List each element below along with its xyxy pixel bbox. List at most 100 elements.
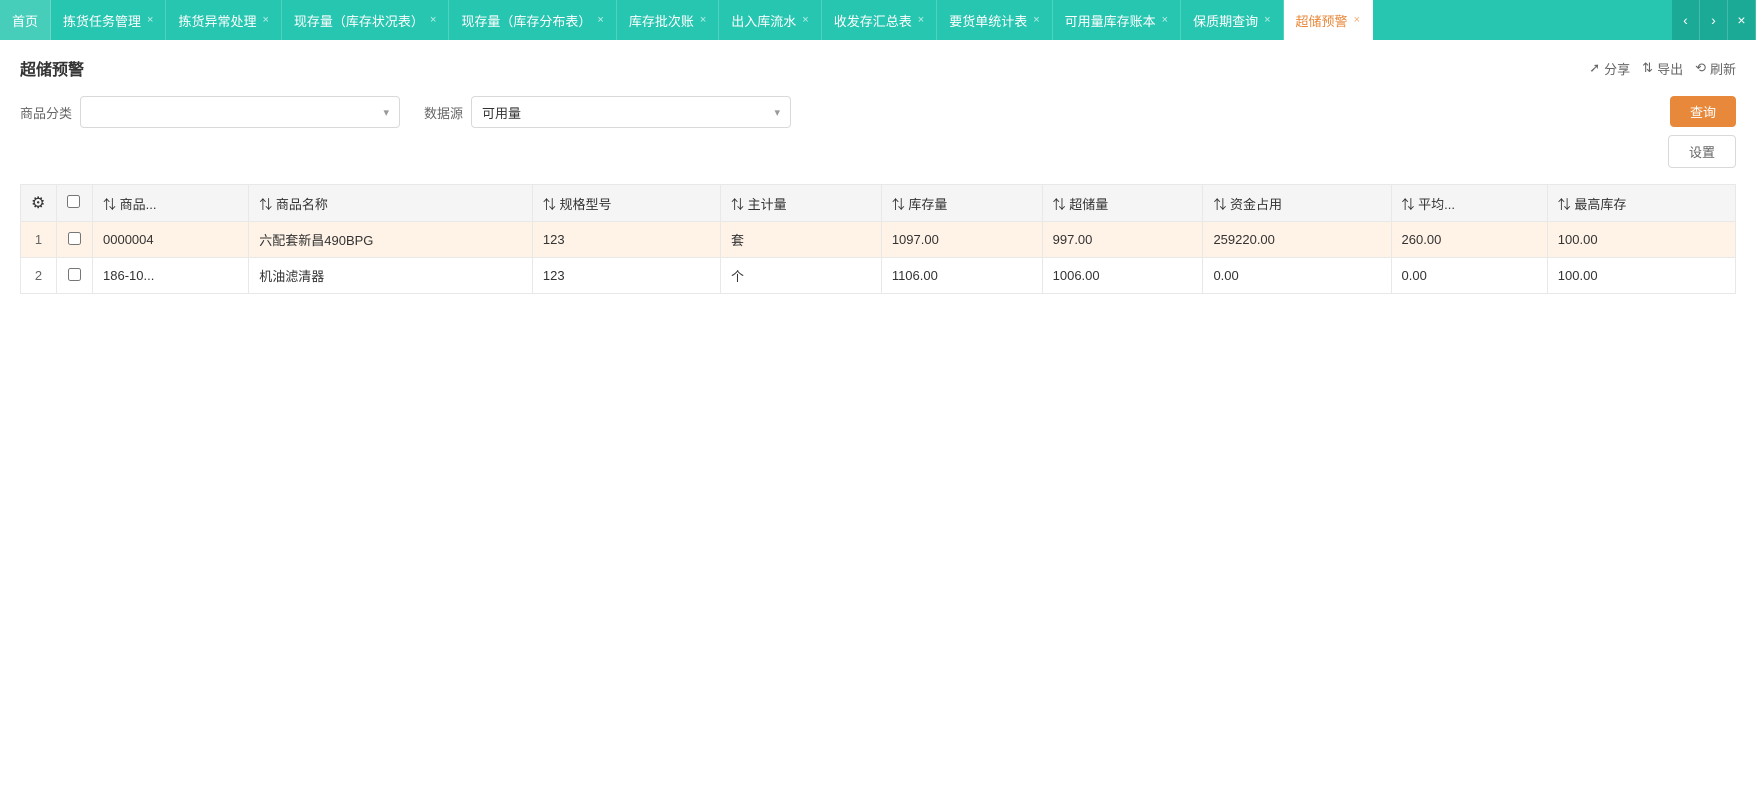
row-checkbox-1 bbox=[57, 258, 93, 294]
th-max-inventory-label: ⇅ 最高库存 bbox=[1558, 197, 1627, 212]
nav-item-batch-account[interactable]: 库存批次账 × bbox=[617, 0, 719, 40]
nav-arrows: ‹ › × bbox=[1672, 0, 1756, 40]
gear-icon[interactable]: ⚙ bbox=[31, 195, 45, 212]
nav-item-collect-summary[interactable]: 收发存汇总表 × bbox=[822, 0, 937, 40]
th-unit[interactable]: ⇅ 主计量 bbox=[721, 185, 882, 222]
cell-max-inventory-0: 100.00 bbox=[1547, 222, 1735, 258]
nav-close-available-account[interactable]: × bbox=[1162, 14, 1168, 26]
category-label: 商品分类 bbox=[20, 103, 72, 122]
th-settings: ⚙ bbox=[21, 185, 57, 222]
filter-buttons: 查询 设置 bbox=[1668, 96, 1736, 168]
refresh-icon: ⟲ bbox=[1695, 60, 1706, 76]
nav-arrow-right[interactable]: › bbox=[1700, 0, 1728, 40]
share-button[interactable]: ➚ 分享 bbox=[1589, 59, 1630, 78]
datasource-filter: 数据源 可用量 ▾ bbox=[424, 96, 791, 128]
cell-spec-0: 123 bbox=[532, 222, 720, 258]
page-title: 超储预警 bbox=[20, 56, 84, 80]
datasource-select[interactable]: 可用量 ▾ bbox=[471, 96, 791, 128]
row-num-1: 2 bbox=[21, 258, 57, 294]
th-product-name[interactable]: ⇅ 商品名称 bbox=[249, 185, 533, 222]
table-row: 2 186-10... 机油滤清器 123 个 1106.00 1006.00 … bbox=[21, 258, 1736, 294]
cell-unit-1: 个 bbox=[721, 258, 882, 294]
main-content: 超储预警 ➚ 分享 ⇅ 导出 ⟲ 刷新 商品分类 ▾ bbox=[0, 40, 1756, 800]
nav-item-task-mgmt[interactable]: 拣货任务管理 × bbox=[51, 0, 166, 40]
cell-product-name-0: 六配套新昌490BPG bbox=[249, 222, 533, 258]
header-actions: ➚ 分享 ⇅ 导出 ⟲ 刷新 bbox=[1589, 59, 1736, 78]
nav-arrow-close[interactable]: × bbox=[1728, 0, 1756, 40]
th-max-inventory[interactable]: ⇅ 最高库存 bbox=[1547, 185, 1735, 222]
filter-section: 商品分类 ▾ 数据源 可用量 ▾ 查询 设置 bbox=[20, 96, 1736, 168]
cell-unit-0: 套 bbox=[721, 222, 882, 258]
nav-item-order-stats[interactable]: 要货单统计表 × bbox=[937, 0, 1052, 40]
nav-close-task-mgmt[interactable]: × bbox=[147, 14, 153, 26]
nav-arrow-left[interactable]: ‹ bbox=[1672, 0, 1700, 40]
nav-close-inventory-status[interactable]: × bbox=[430, 14, 436, 26]
nav-close-abnormal[interactable]: × bbox=[262, 14, 268, 26]
cell-spec-1: 123 bbox=[532, 258, 720, 294]
th-avg-label: ⇅ 平均... bbox=[1402, 197, 1455, 212]
th-unit-label: ⇅ 主计量 bbox=[731, 197, 787, 212]
th-checkbox bbox=[57, 185, 93, 222]
th-spec[interactable]: ⇅ 规格型号 bbox=[532, 185, 720, 222]
nav-item-abnormal[interactable]: 拣货异常处理 × bbox=[166, 0, 281, 40]
table-header-row: ⚙ ⇅ 商品... ⇅ 商品名称 ⇅ 规格型号 ⇅ 主计量 ⇅ bbox=[21, 185, 1736, 222]
nav-item-quality-period[interactable]: 保质期查询 × bbox=[1181, 0, 1283, 40]
query-button[interactable]: 查询 bbox=[1670, 96, 1736, 127]
nav-close-batch-account[interactable]: × bbox=[700, 14, 706, 26]
cell-capital-0: 259220.00 bbox=[1203, 222, 1391, 258]
th-inventory-label: ⇅ 库存量 bbox=[892, 197, 948, 212]
cell-product-code-1: 186-10... bbox=[93, 258, 249, 294]
th-overstock[interactable]: ⇅ 超储量 bbox=[1042, 185, 1203, 222]
nav-item-home[interactable]: 首页 bbox=[0, 0, 51, 40]
nav-close-overstock-warning[interactable]: × bbox=[1354, 14, 1360, 26]
row-select-checkbox-1[interactable] bbox=[68, 268, 81, 281]
row-select-checkbox-0[interactable] bbox=[68, 232, 81, 245]
th-avg[interactable]: ⇅ 平均... bbox=[1391, 185, 1547, 222]
datasource-label: 数据源 bbox=[424, 103, 463, 122]
cell-product-code-0: 0000004 bbox=[93, 222, 249, 258]
data-table: ⚙ ⇅ 商品... ⇅ 商品名称 ⇅ 规格型号 ⇅ 主计量 ⇅ bbox=[20, 184, 1736, 294]
th-product-code[interactable]: ⇅ 商品... bbox=[93, 185, 249, 222]
refresh-button[interactable]: ⟲ 刷新 bbox=[1695, 59, 1736, 78]
table-row: 1 0000004 六配套新昌490BPG 123 套 1097.00 997.… bbox=[21, 222, 1736, 258]
row-num-0: 1 bbox=[21, 222, 57, 258]
top-navigation: 首页 拣货任务管理 × 拣货异常处理 × 现存量（库存状况表） × 现存量（库存… bbox=[0, 0, 1756, 40]
cell-inventory-1: 1106.00 bbox=[881, 258, 1042, 294]
export-button[interactable]: ⇅ 导出 bbox=[1642, 59, 1683, 78]
nav-item-available-account[interactable]: 可用量库存账本 × bbox=[1053, 0, 1181, 40]
th-capital-label: ⇅ 资金占用 bbox=[1213, 197, 1282, 212]
datasource-select-value: 可用量 bbox=[482, 103, 521, 122]
share-icon: ➚ bbox=[1589, 60, 1600, 76]
cell-overstock-1: 1006.00 bbox=[1042, 258, 1203, 294]
cell-capital-1: 0.00 bbox=[1203, 258, 1391, 294]
th-overstock-label: ⇅ 超储量 bbox=[1053, 197, 1109, 212]
th-capital[interactable]: ⇅ 资金占用 bbox=[1203, 185, 1391, 222]
chevron-down-icon-2: ▾ bbox=[775, 106, 781, 119]
cell-max-inventory-1: 100.00 bbox=[1547, 258, 1735, 294]
th-spec-label: ⇅ 规格型号 bbox=[543, 197, 612, 212]
settings-button[interactable]: 设置 bbox=[1668, 135, 1736, 168]
category-select[interactable]: ▾ bbox=[80, 96, 400, 128]
cell-avg-0: 260.00 bbox=[1391, 222, 1547, 258]
nav-close-order-stats[interactable]: × bbox=[1033, 14, 1039, 26]
nav-close-collect-summary[interactable]: × bbox=[918, 14, 924, 26]
nav-item-inout-flow[interactable]: 出入库流水 × bbox=[719, 0, 821, 40]
cell-avg-1: 0.00 bbox=[1391, 258, 1547, 294]
nav-item-inventory-status[interactable]: 现存量（库存状况表） × bbox=[282, 0, 449, 40]
cell-overstock-0: 997.00 bbox=[1042, 222, 1203, 258]
nav-close-inventory-dist[interactable]: × bbox=[597, 14, 603, 26]
nav-close-quality-period[interactable]: × bbox=[1264, 14, 1270, 26]
nav-close-inout-flow[interactable]: × bbox=[802, 14, 808, 26]
export-icon: ⇅ bbox=[1642, 60, 1653, 76]
category-filter: 商品分类 ▾ bbox=[20, 96, 400, 128]
row-checkbox-0 bbox=[57, 222, 93, 258]
nav-item-overstock-warning[interactable]: 超储预警 × bbox=[1284, 0, 1373, 40]
chevron-down-icon: ▾ bbox=[383, 106, 389, 119]
cell-inventory-0: 1097.00 bbox=[881, 222, 1042, 258]
th-product-name-label: ⇅ 商品名称 bbox=[259, 197, 328, 212]
nav-item-inventory-dist[interactable]: 现存量（库存分布表） × bbox=[449, 0, 616, 40]
th-inventory[interactable]: ⇅ 库存量 bbox=[881, 185, 1042, 222]
select-all-checkbox[interactable] bbox=[67, 195, 80, 208]
cell-product-name-1: 机油滤清器 bbox=[249, 258, 533, 294]
th-product-code-label: ⇅ 商品... bbox=[103, 197, 156, 212]
